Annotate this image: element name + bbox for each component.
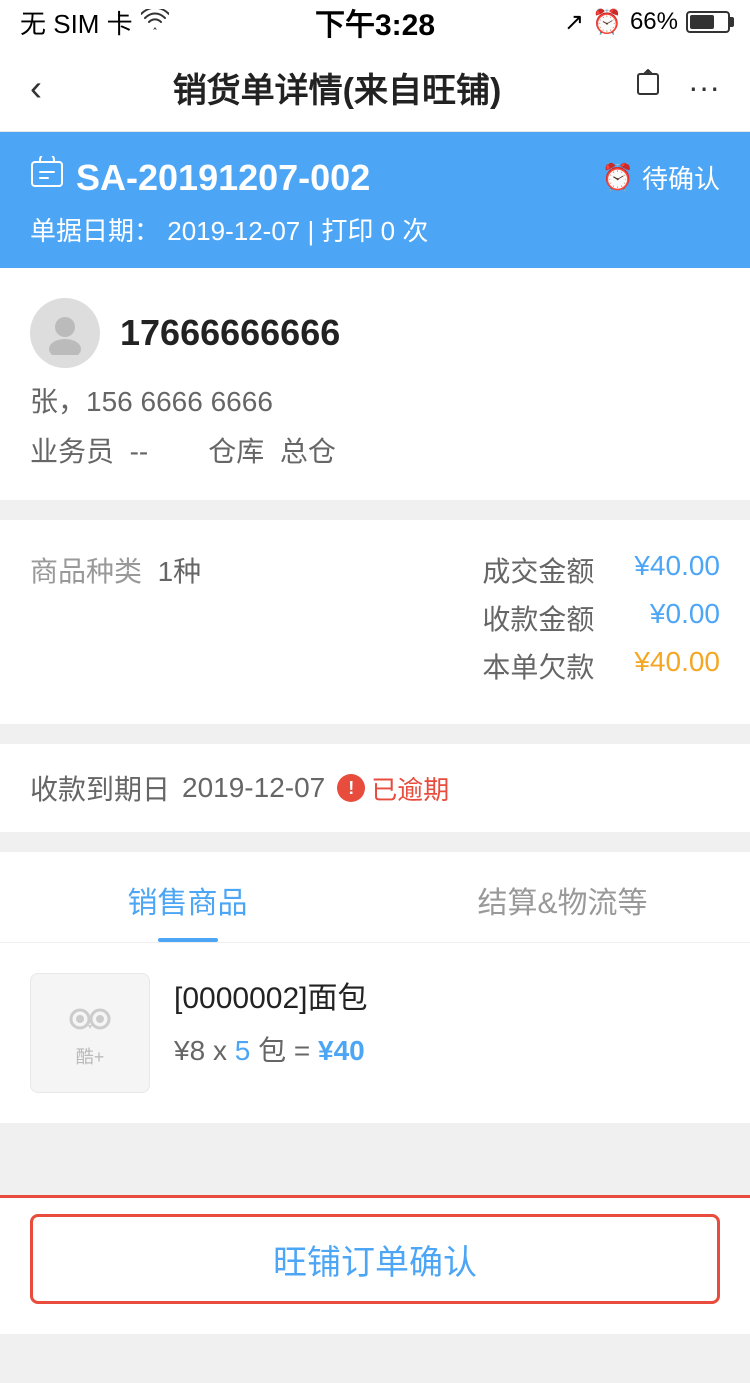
customer-row: 17666666666 <box>30 298 720 368</box>
product-logo-text: 酷+ <box>76 1043 105 1069</box>
order-id-row: SA-20191207-002 ⏰ 待确认 <box>30 156 720 199</box>
product-logo: 酷+ <box>60 997 120 1069</box>
warning-icon: ! <box>337 774 365 802</box>
received-row: 收款金额 ¥0.00 <box>482 598 720 638</box>
product-name: [0000002]面包 <box>174 973 720 1017</box>
page-title: 销货单详情(来自旺铺) <box>173 63 502 112</box>
product-item: 酷+ [0000002]面包 ¥8 x 5 包 = ¥40 <box>0 943 750 1123</box>
battery-percent: 66% <box>630 8 678 36</box>
order-status: ⏰ 待确认 <box>602 159 720 196</box>
status-bar: 无 SIM 卡 下午3:28 ↗ ⏰ 66% <box>0 0 750 44</box>
summary-right: 成交金额 ¥40.00 收款金额 ¥0.00 本单欠款 ¥40.00 <box>482 550 720 694</box>
status-time: 下午3:28 <box>315 0 435 44</box>
bottom-bar: 旺铺订单确认 <box>0 1195 750 1334</box>
avatar <box>30 298 100 368</box>
sales-meta: 业务员 -- <box>30 430 148 470</box>
transaction-row: 成交金额 ¥40.00 <box>482 550 720 590</box>
customer-section: 17666666666 张，156 6666 6666 业务员 -- 仓库 总仓 <box>0 268 750 500</box>
customer-meta: 业务员 -- 仓库 总仓 <box>30 430 720 470</box>
more-icon[interactable]: ··· <box>688 69 720 106</box>
product-info: [0000002]面包 ¥8 x 5 包 = ¥40 <box>174 973 720 1093</box>
clock-icon: ⏰ <box>602 162 634 193</box>
overdue-badge: ! 已逾期 <box>337 770 449 807</box>
due-section: 收款到期日 2019-12-07 ! 已逾期 <box>0 744 750 832</box>
location-icon: ↗ <box>564 8 584 37</box>
product-thumbnail: 酷+ <box>30 973 150 1093</box>
carrier-text: 无 SIM 卡 <box>20 4 133 41</box>
confirm-order-button[interactable]: 旺铺订单确认 <box>30 1214 720 1304</box>
status-left: 无 SIM 卡 <box>20 4 169 41</box>
battery-fill <box>690 15 714 29</box>
order-header-banner: SA-20191207-002 ⏰ 待确认 单据日期： 2019-12-07 |… <box>0 132 750 268</box>
summary-left: 商品种类 1种 <box>30 550 201 694</box>
tab-settlement[interactable]: 结算&物流等 <box>375 852 750 942</box>
alarm-icon: ⏰ <box>592 8 622 37</box>
tabs-header: 销售商品 结算&物流等 <box>0 852 750 943</box>
order-date-row: 单据日期： 2019-12-07 | 打印 0 次 <box>30 211 720 248</box>
owed-row: 本单欠款 ¥40.00 <box>482 646 720 686</box>
product-price: ¥8 x 5 包 = ¥40 <box>174 1029 720 1069</box>
wifi-icon <box>141 7 169 38</box>
order-icon <box>30 156 64 199</box>
share-icon[interactable] <box>632 68 664 108</box>
nav-actions: ··· <box>632 68 720 108</box>
customer-info: 张，156 6666 6666 <box>30 380 720 420</box>
tab-sales-products[interactable]: 销售商品 <box>0 852 375 942</box>
back-button[interactable]: ‹ <box>30 67 42 109</box>
battery-icon <box>686 11 730 33</box>
order-id: SA-20191207-002 <box>30 156 370 199</box>
summary-section: 商品种类 1种 成交金额 ¥40.00 收款金额 ¥0.00 本单欠款 ¥40.… <box>0 520 750 724</box>
status-right: ↗ ⏰ 66% <box>564 8 730 37</box>
warehouse-meta: 仓库 总仓 <box>208 430 336 470</box>
customer-phone: 17666666666 <box>120 312 340 354</box>
nav-bar: ‹ 销货单详情(来自旺铺) ··· <box>0 44 750 132</box>
tabs-section: 销售商品 结算&物流等 酷+ [0000002]面包 <box>0 852 750 1123</box>
